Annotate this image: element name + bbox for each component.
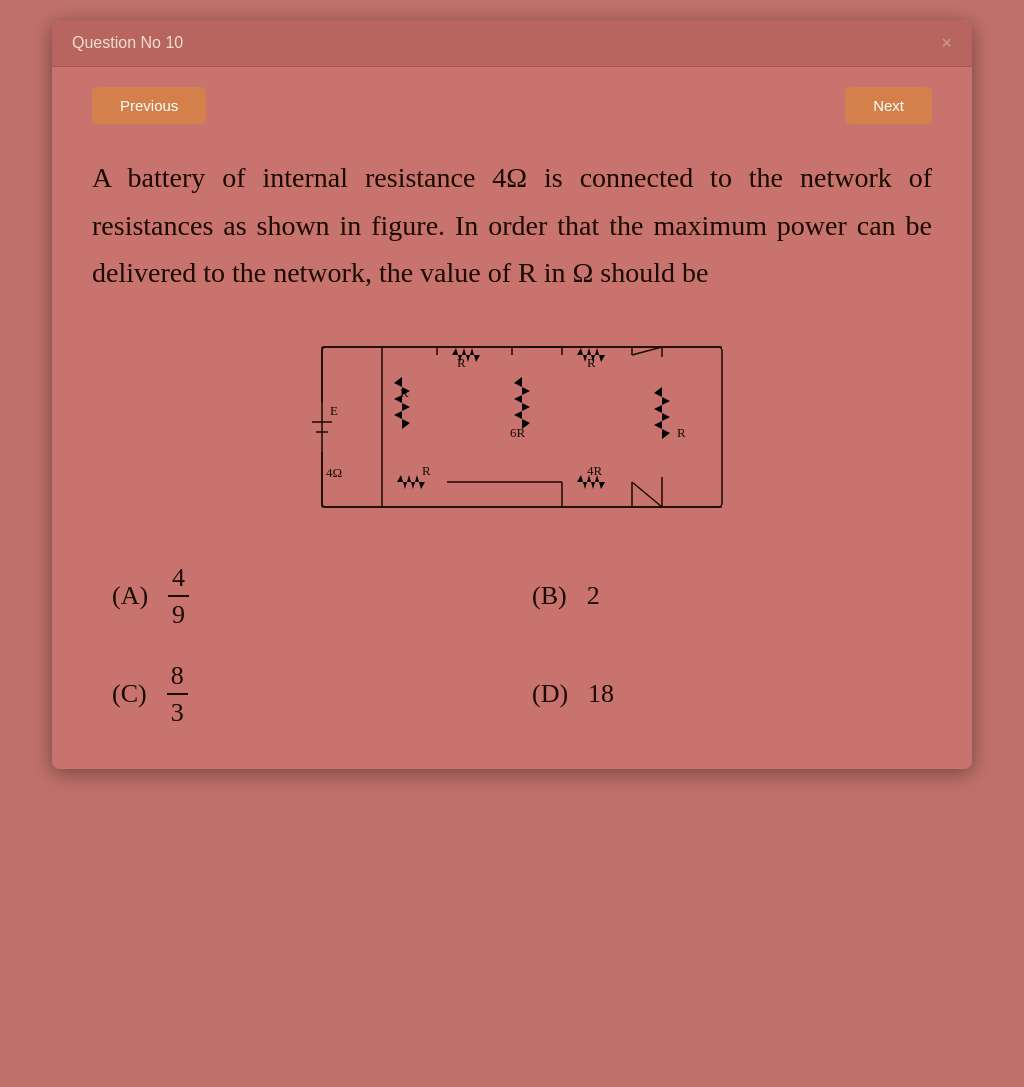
option-c-denominator: 3 — [167, 695, 188, 728]
question-text: A battery of internal resistance 4Ω is c… — [92, 154, 932, 297]
option-b-value: 2 — [587, 581, 600, 611]
modal-body: Previous Next A battery of internal resi… — [52, 67, 972, 769]
circuit-diagram: text { font-family: Georgia, serif; font… — [92, 327, 932, 527]
modal-header: Question No 10 × — [52, 20, 972, 67]
svg-text:E: E — [330, 403, 338, 418]
close-button[interactable]: × — [941, 34, 952, 52]
option-a[interactable]: (A) 4 9 — [112, 562, 492, 630]
svg-text:R: R — [422, 463, 431, 478]
option-c[interactable]: (C) 8 3 — [112, 660, 492, 728]
option-c-label: (C) — [112, 679, 147, 709]
option-a-label: (A) — [112, 581, 148, 611]
option-d-label: (D) — [532, 679, 568, 709]
option-b-label: (B) — [532, 581, 567, 611]
svg-text:R: R — [457, 355, 466, 370]
option-a-fraction: 4 9 — [168, 562, 189, 630]
modal-title: Question No 10 — [72, 34, 183, 52]
svg-line-27 — [632, 482, 662, 507]
option-a-numerator: 4 — [168, 562, 189, 597]
svg-text:4Ω: 4Ω — [326, 465, 342, 480]
option-d-value: 18 — [588, 679, 614, 709]
svg-text:R: R — [587, 355, 596, 370]
option-d[interactable]: (D) 18 — [532, 660, 912, 728]
svg-text:R: R — [677, 425, 686, 440]
next-button[interactable]: Next — [845, 87, 932, 124]
options-grid: (A) 4 9 (B) 2 (C) 8 3 (D) — [92, 562, 932, 729]
option-b[interactable]: (B) 2 — [532, 562, 912, 630]
svg-line-26 — [632, 347, 662, 355]
svg-text:4R: 4R — [587, 463, 603, 478]
option-c-numerator: 8 — [167, 660, 188, 695]
question-modal: Question No 10 × Previous Next A battery… — [52, 20, 972, 769]
option-c-fraction: 8 3 — [167, 660, 188, 728]
previous-button[interactable]: Previous — [92, 87, 206, 124]
nav-row: Previous Next — [92, 87, 932, 124]
option-a-denominator: 9 — [168, 597, 189, 630]
